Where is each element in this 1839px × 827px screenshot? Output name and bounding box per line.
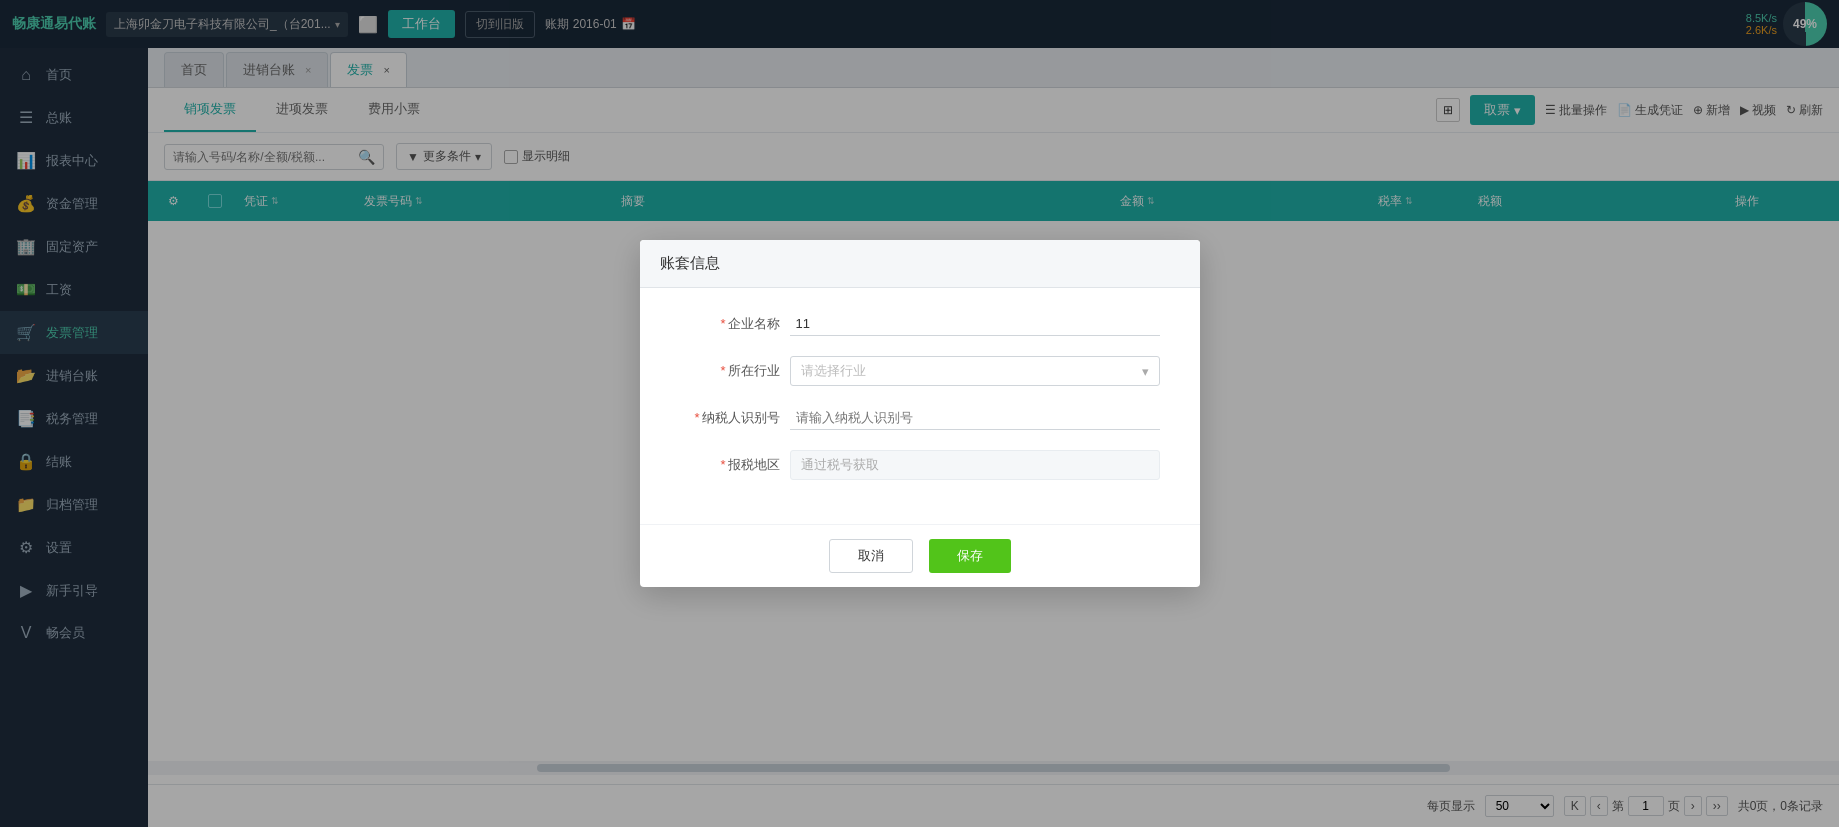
required-marker-3: * [694, 410, 699, 425]
industry-chevron-icon: ▾ [1142, 364, 1149, 379]
required-marker-2: * [720, 363, 725, 378]
tax-id-input[interactable] [790, 406, 1160, 430]
save-button[interactable]: 保存 [929, 539, 1011, 573]
industry-label: *所在行业 [680, 362, 790, 380]
tax-region-label: *报税地区 [680, 456, 790, 474]
form-row-industry: *所在行业 请选择行业 ▾ [680, 356, 1160, 386]
company-name-input[interactable] [790, 312, 1160, 336]
industry-placeholder: 请选择行业 [801, 362, 866, 380]
industry-select[interactable]: 请选择行业 ▾ [790, 356, 1160, 386]
dialog-footer: 取消 保存 [640, 524, 1200, 587]
required-marker: * [720, 316, 725, 331]
required-marker-4: * [720, 457, 725, 472]
modal-overlay[interactable]: 账套信息 *企业名称 *所在行业 请选择行业 ▾ [0, 0, 1839, 827]
form-row-tax-id: *纳税人识别号 [680, 406, 1160, 430]
tax-id-label: *纳税人识别号 [680, 409, 790, 427]
account-info-dialog: 账套信息 *企业名称 *所在行业 请选择行业 ▾ [640, 240, 1200, 587]
dialog-title: 账套信息 [660, 254, 720, 271]
company-name-label: *企业名称 [680, 315, 790, 333]
dialog-body: *企业名称 *所在行业 请选择行业 ▾ *纳税人识别号 [640, 288, 1200, 524]
cancel-button[interactable]: 取消 [829, 539, 913, 573]
form-row-tax-region: *报税地区 通过税号获取 [680, 450, 1160, 480]
tax-region-field: 通过税号获取 [790, 450, 1160, 480]
dialog-header: 账套信息 [640, 240, 1200, 288]
form-row-company-name: *企业名称 [680, 312, 1160, 336]
